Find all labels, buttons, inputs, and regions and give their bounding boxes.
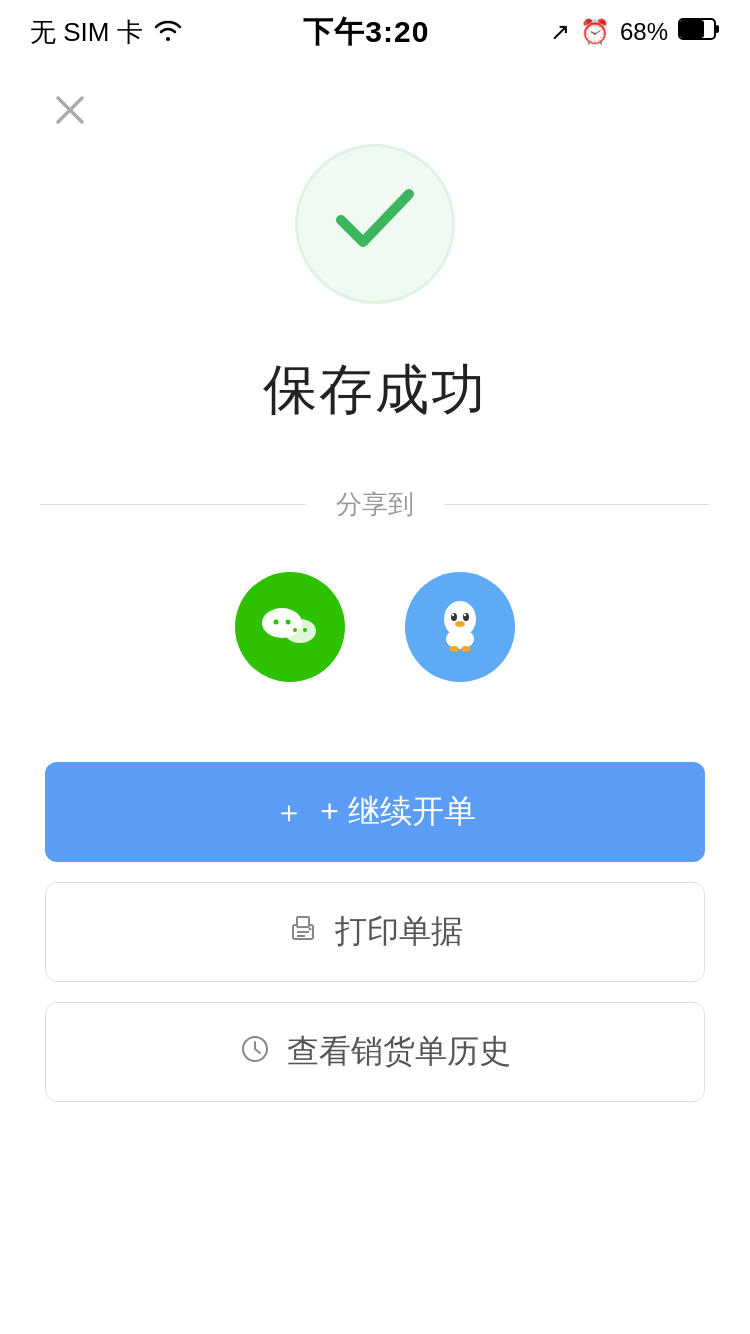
svg-point-7 (274, 620, 279, 625)
history-label: 查看销货单历史 (287, 1030, 511, 1074)
divider-line-right (444, 504, 710, 505)
success-icon-circle (295, 144, 455, 304)
svg-rect-1 (715, 25, 719, 33)
share-divider: 分享到 (0, 487, 750, 522)
continue-label: + 继续开单 (320, 790, 476, 834)
location-icon: ↗ (550, 18, 570, 46)
plus-icon: ＋ (274, 792, 304, 833)
battery-icon (678, 18, 720, 46)
svg-rect-23 (297, 935, 305, 937)
main-content: 保存成功 分享到 (0, 64, 750, 1102)
svg-point-17 (446, 629, 474, 649)
close-button[interactable] (40, 80, 100, 140)
history-button[interactable]: 查看销货单历史 (45, 1002, 705, 1102)
status-right: ↗ ⏰ 68% (550, 18, 720, 46)
svg-rect-22 (297, 931, 309, 933)
status-time: 下午3:20 (303, 12, 429, 53)
svg-point-14 (452, 614, 454, 616)
share-label: 分享到 (306, 487, 444, 522)
svg-point-10 (303, 628, 307, 632)
success-title: 保存成功 (263, 354, 487, 427)
print-label: 打印单据 (335, 910, 463, 954)
status-left: 无 SIM 卡 (30, 15, 183, 50)
svg-point-15 (464, 614, 466, 616)
wechat-share-button[interactable] (235, 572, 345, 682)
svg-point-24 (309, 927, 312, 930)
svg-point-13 (463, 613, 469, 621)
status-bar: 无 SIM 卡 下午3:20 ↗ ⏰ 68% (0, 0, 750, 64)
action-buttons: ＋ + 继续开单 打印单据 (45, 762, 705, 1102)
share-icons-row (235, 572, 515, 682)
svg-rect-2 (680, 20, 704, 38)
svg-point-19 (461, 646, 471, 652)
svg-point-16 (455, 621, 465, 627)
no-sim-text: 无 SIM 卡 (30, 15, 143, 50)
qq-share-button[interactable] (405, 572, 515, 682)
svg-rect-21 (297, 917, 309, 927)
history-icon (239, 1033, 271, 1072)
continue-button[interactable]: ＋ + 继续开单 (45, 762, 705, 862)
wifi-icon (153, 17, 183, 48)
divider-line-left (40, 504, 306, 505)
battery-text: 68% (620, 18, 668, 46)
svg-point-12 (451, 613, 457, 621)
svg-point-8 (286, 620, 291, 625)
svg-point-9 (293, 628, 297, 632)
print-button[interactable]: 打印单据 (45, 882, 705, 982)
print-icon (287, 913, 319, 952)
check-icon (335, 184, 415, 265)
svg-point-18 (449, 646, 459, 652)
alarm-icon: ⏰ (580, 18, 610, 46)
